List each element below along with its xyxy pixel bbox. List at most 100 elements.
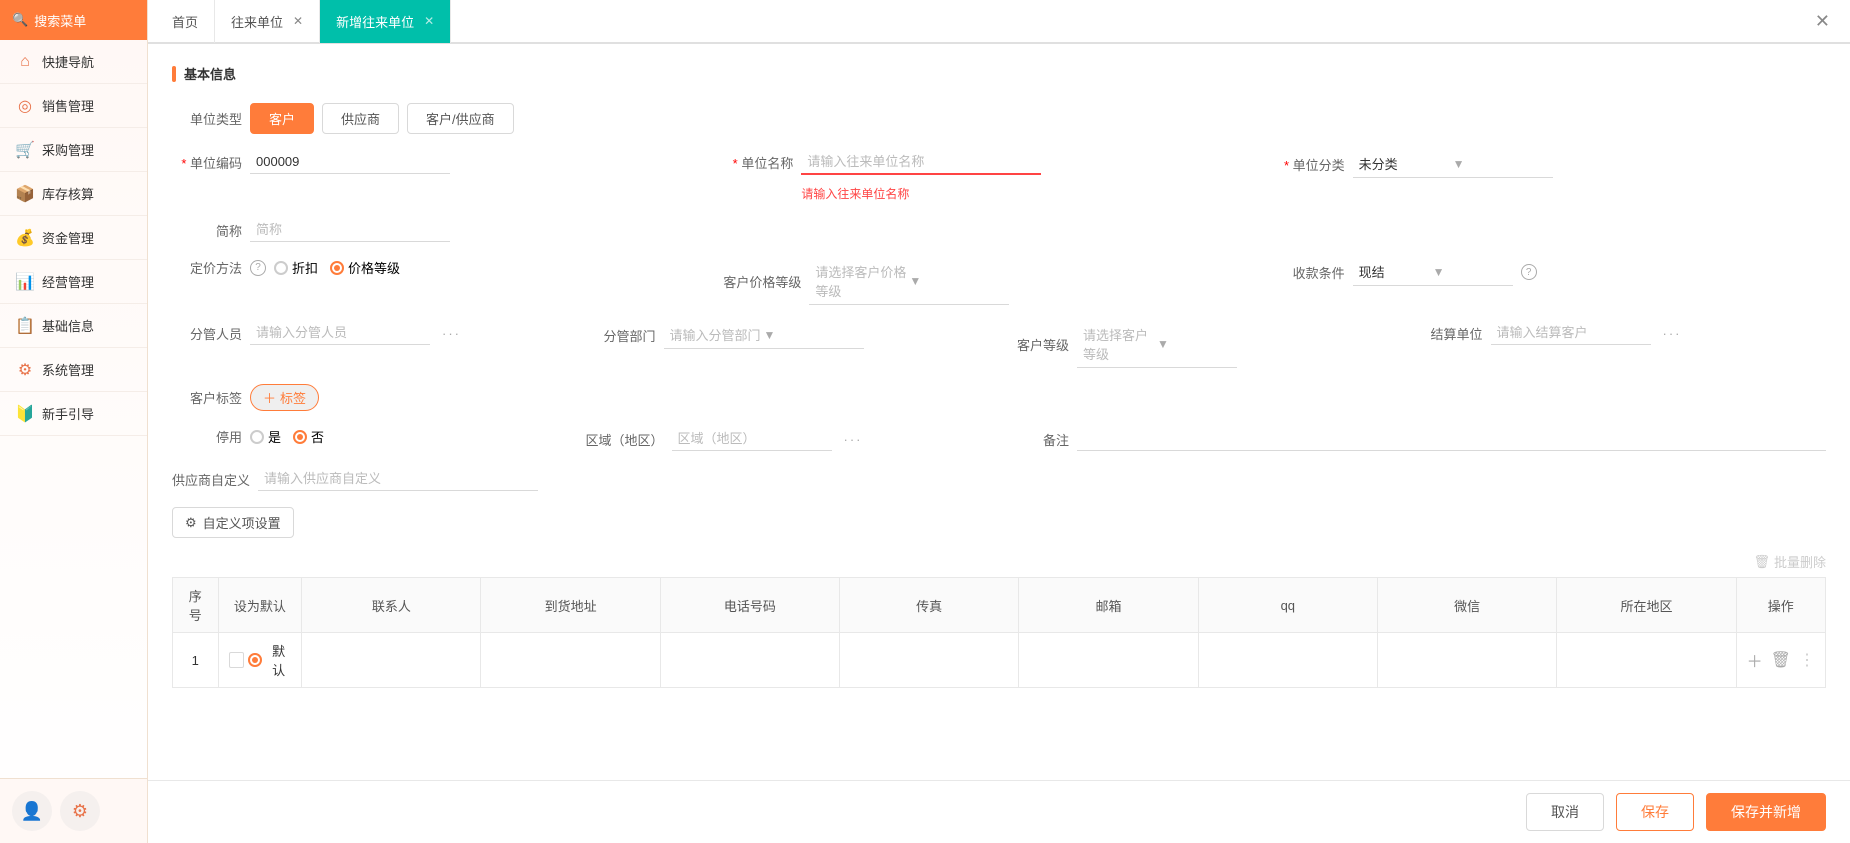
pricing-price-level-radio[interactable]: 价格等级 <box>330 258 400 277</box>
table-row: 1 默认 <box>173 633 1826 688</box>
save-and-new-button[interactable]: 保存并新增 <box>1706 793 1826 831</box>
sidebar-item-system[interactable]: ⚙ 系统管理 <box>0 348 147 392</box>
tab-counterparty-close[interactable]: ✕ <box>293 14 303 28</box>
payment-terms-select[interactable]: 现结 ▼ <box>1353 258 1513 286</box>
region-more-btn[interactable]: ··· <box>840 432 867 447</box>
manager-row: 分管人员 ··· 分管部门 请输入分管部门 ▼ 客户等级 请选择客户等级 ▼ 结… <box>172 321 1826 368</box>
sidebar-item-inventory[interactable]: 📦 库存核算 <box>0 172 147 216</box>
sidebar-settings-btn[interactable]: ⚙ <box>60 791 100 831</box>
save-button[interactable]: 保存 <box>1616 793 1694 831</box>
add-tag-icon: ＋ <box>263 388 276 407</box>
sidebar-user-btn[interactable]: 👤 <box>12 791 52 831</box>
operations-icon: 📊 <box>16 273 34 291</box>
main-area: 首页 往来单位 ✕ 新增往来单位 ✕ ✕ 基本信息 单位类型 客户 供应商 客户… <box>148 0 1850 843</box>
customer-level-select[interactable]: 请选择客户等级 ▼ <box>1077 321 1237 368</box>
unit-type-both-btn[interactable]: 客户/供应商 <box>407 103 514 134</box>
pricing-help-icon[interactable]: ? <box>250 260 266 276</box>
payment-terms-group: 收款条件 现结 ▼ ? <box>1275 258 1826 286</box>
row-default-radio[interactable]: 默认 <box>248 641 291 679</box>
payment-terms-value: 现结 <box>1359 262 1433 281</box>
row-qq[interactable] <box>1198 633 1377 688</box>
disabled-no-outer <box>293 430 307 444</box>
row-delete-icon[interactable]: 🗑 <box>1771 650 1791 670</box>
row-address[interactable] <box>481 633 660 688</box>
settlement-unit-label: 结算单位 <box>1413 324 1483 343</box>
supplier-custom-input[interactable] <box>258 467 538 491</box>
unit-type-group: 单位类型 客户 供应商 客户/供应商 <box>172 103 1826 134</box>
customer-price-level-select[interactable]: 请选择客户价格等级 ▼ <box>809 258 1009 305</box>
short-name-input[interactable] <box>250 218 450 242</box>
pricing-discount-radio[interactable]: 折扣 <box>274 258 318 277</box>
disabled-radio-group: 是 否 <box>250 427 324 446</box>
sidebar-item-finance[interactable]: 💰 资金管理 <box>0 216 147 260</box>
sidebar-item-quick-nav[interactable]: ⌂ 快捷导航 <box>0 40 147 84</box>
row-email[interactable] <box>1019 633 1198 688</box>
row-wechat[interactable] <box>1378 633 1557 688</box>
row-default-label: 默认 <box>266 641 291 679</box>
department-placeholder: 请输入分管部门 <box>670 325 764 344</box>
row-fax[interactable] <box>840 633 1019 688</box>
remarks-input[interactable] <box>1077 427 1826 451</box>
unit-type-supplier-btn[interactable]: 供应商 <box>322 103 399 134</box>
sidebar-search[interactable]: 🔍 搜索菜单 <box>0 0 147 40</box>
tab-new-counterparty-close[interactable]: ✕ <box>424 14 434 28</box>
tab-bar-close-all[interactable]: ✕ <box>1803 11 1842 32</box>
supplier-custom-label: 供应商自定义 <box>172 470 250 489</box>
unit-type-customer-btn[interactable]: 客户 <box>250 103 314 134</box>
tab-new-counterparty[interactable]: 新增往来单位 ✕ <box>320 0 451 43</box>
settlement-unit-input[interactable] <box>1491 321 1651 345</box>
row-phone[interactable] <box>660 633 839 688</box>
remarks-label: 备注 <box>999 430 1069 449</box>
sidebar-item-label: 快捷导航 <box>42 52 94 71</box>
sidebar-item-basic-info[interactable]: 📋 基础信息 <box>0 304 147 348</box>
sidebar-item-label: 销售管理 <box>42 96 94 115</box>
unit-name-input[interactable] <box>801 150 1041 175</box>
sidebar-item-guide[interactable]: 🔰 新手引导 <box>0 392 147 436</box>
quick-nav-icon: ⌂ <box>16 53 34 71</box>
row-checkbox[interactable] <box>229 652 245 668</box>
sidebar-item-label: 库存核算 <box>42 184 94 203</box>
tab-new-counterparty-label: 新增往来单位 <box>336 12 414 31</box>
department-arrow: ▼ <box>764 328 858 342</box>
system-icon: ⚙ <box>16 361 34 379</box>
unit-name-group: 单位名称 请输入往来单位名称 <box>723 150 1274 202</box>
region-input[interactable] <box>672 427 832 451</box>
settlement-more-btn[interactable]: ··· <box>1659 326 1686 341</box>
unit-code-input[interactable] <box>250 150 450 174</box>
manager-group: 分管人员 ··· <box>172 321 586 345</box>
custom-settings-btn[interactable]: ⚙ 自定义项设置 <box>172 507 294 538</box>
pricing-discount-label: 折扣 <box>292 258 318 277</box>
row-region[interactable] <box>1557 633 1736 688</box>
disabled-yes-radio[interactable]: 是 <box>250 427 281 446</box>
row-contact[interactable] <box>302 633 481 688</box>
sidebar-item-purchase[interactable]: 🛒 采购管理 <box>0 128 147 172</box>
manager-more-btn[interactable]: ··· <box>438 326 465 341</box>
tab-counterparty[interactable]: 往来单位 ✕ <box>215 0 320 43</box>
add-tag-btn[interactable]: ＋ 标签 <box>250 384 319 411</box>
region-group: 区域（地区） ··· <box>586 427 1000 451</box>
form-content: 基本信息 单位类型 客户 供应商 客户/供应商 单位编码 单位名称 <box>148 44 1850 780</box>
unit-code-label: 单位编码 <box>172 153 242 172</box>
col-seq: 序号 <box>173 578 219 633</box>
manager-input[interactable] <box>250 321 430 345</box>
customer-level-placeholder: 请选择客户等级 <box>1083 325 1157 363</box>
basic-info-icon: 📋 <box>16 317 34 335</box>
department-select[interactable]: 请输入分管部门 ▼ <box>664 321 864 349</box>
disabled-no-radio[interactable]: 否 <box>293 427 324 446</box>
purchase-icon: 🛒 <box>16 141 34 159</box>
sidebar-item-operations[interactable]: 📊 经营管理 <box>0 260 147 304</box>
sidebar-item-sales[interactable]: ◎ 销售管理 <box>0 84 147 128</box>
payment-terms-help-icon[interactable]: ? <box>1521 264 1537 280</box>
tab-home[interactable]: 首页 <box>156 0 215 43</box>
sidebar-bottom: 👤 ⚙ <box>0 778 147 843</box>
cancel-button[interactable]: 取消 <box>1526 793 1604 831</box>
col-address: 到货地址 <box>481 578 660 633</box>
row-add-icon[interactable]: ＋ <box>1747 648 1763 672</box>
tab-home-label: 首页 <box>172 12 198 31</box>
batch-delete-label[interactable]: 批量删除 <box>1774 552 1826 571</box>
sidebar: 🔍 搜索菜单 ⌂ 快捷导航 ◎ 销售管理 🛒 采购管理 📦 库存核算 💰 资金管… <box>0 0 148 843</box>
department-group: 分管部门 请输入分管部门 ▼ <box>586 321 1000 349</box>
unit-category-select[interactable]: 未分类 ▼ <box>1353 150 1553 178</box>
pricing-price-level-inner <box>334 265 340 271</box>
unit-category-arrow: ▼ <box>1453 157 1547 171</box>
